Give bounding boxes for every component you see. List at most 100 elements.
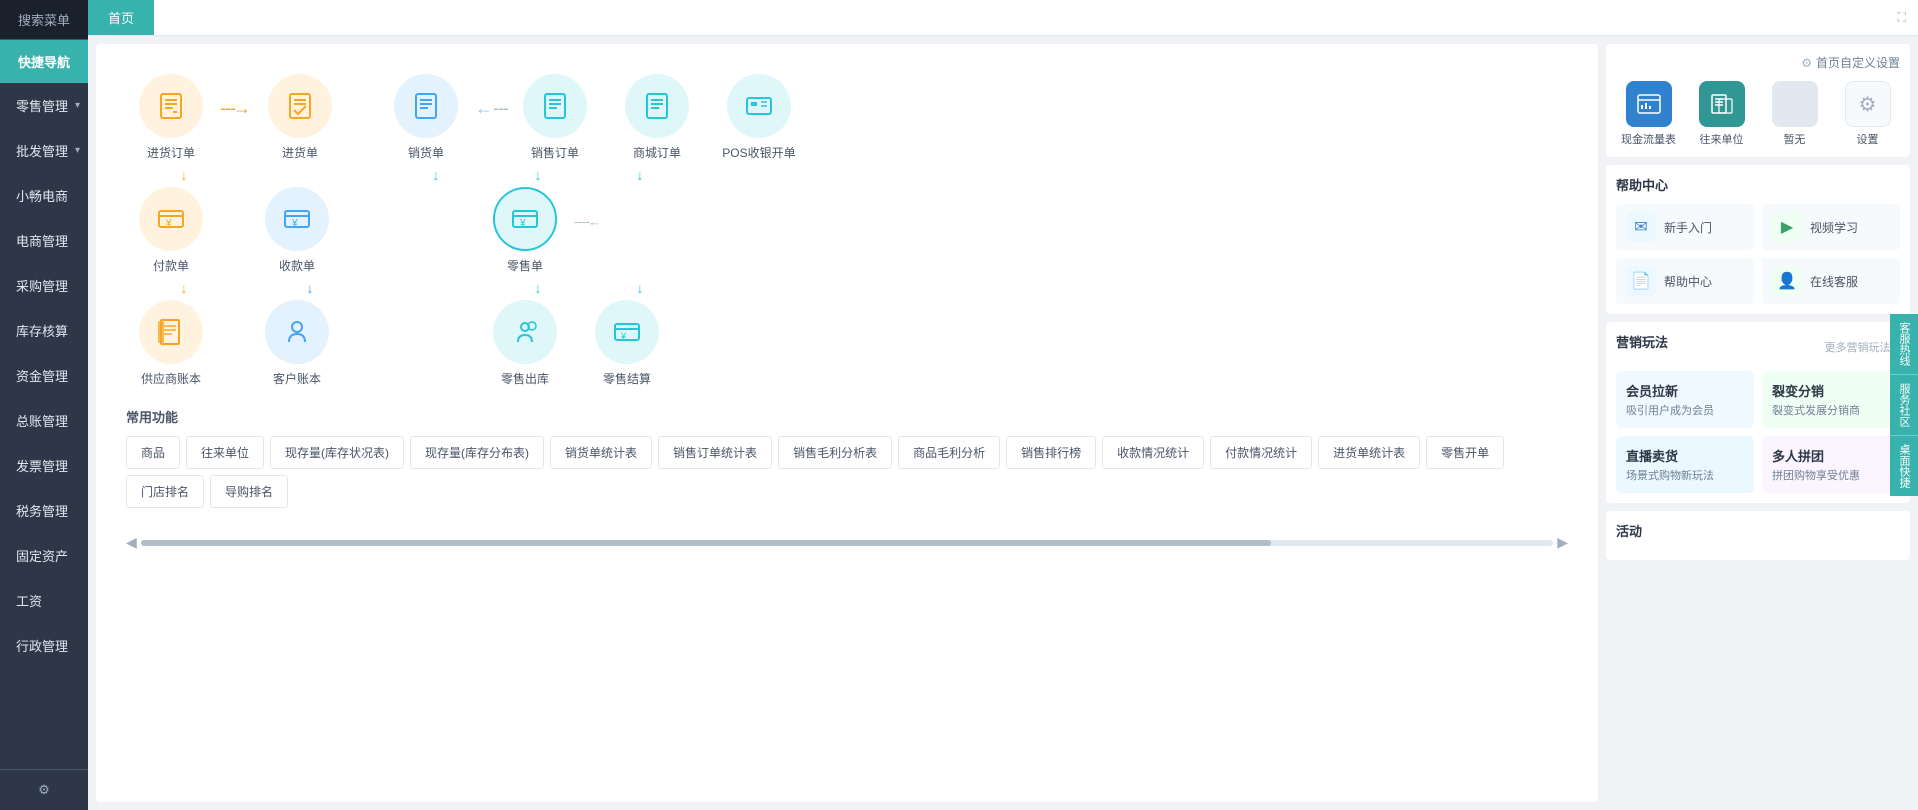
flow-node-purchase-order[interactable]: 进货订单 [126, 74, 216, 161]
func-btn-payment-stat[interactable]: 付款情况统计 [1210, 436, 1312, 469]
partner-icon [1699, 81, 1745, 127]
flow-node-mall-order[interactable]: 商城订单 [612, 74, 702, 161]
func-btn-goods-profit[interactable]: 商品毛利分析 [898, 436, 1000, 469]
float-btn-shortcut[interactable]: 桌面快捷 [1890, 436, 1918, 496]
flow-node-supplier-book[interactable]: 供应商账本 [126, 300, 216, 387]
help-item-service[interactable]: 👤 在线客服 [1762, 258, 1900, 304]
sidebar-item-purchase[interactable]: 采购管理 [0, 263, 88, 308]
sidebar-item-retail[interactable]: 零售管理 ▾ [0, 83, 88, 128]
flow-node-retail-settlement[interactable]: ¥ 零售结算 [582, 300, 672, 387]
settings-icon: ⚙ [1801, 56, 1812, 70]
down-arrow-5: ↓ [139, 280, 229, 296]
sidebar-item-fixed-assets[interactable]: 固定资产 [0, 533, 88, 578]
svg-text:¥: ¥ [620, 331, 627, 341]
help-label: 帮助中心 [1664, 273, 1712, 290]
func-btn-sales-stat[interactable]: 销货单统计表 [550, 436, 652, 469]
left-panel: 进货订单 - - - → 进货单 [96, 44, 1598, 802]
help-item-beginner[interactable]: ✉ 新手入门 [1616, 204, 1754, 250]
quick-item-cashflow[interactable]: 现金流量表 [1616, 81, 1681, 147]
flow-node-receipt[interactable]: ¥ 收款单 [252, 187, 342, 274]
func-btn-sales-order-stat[interactable]: 销售订单统计表 [658, 436, 772, 469]
float-btn-community[interactable]: 服务社区 [1890, 375, 1918, 436]
func-btn-store-rank[interactable]: 门店排名 [126, 475, 204, 508]
sidebar-item-admin[interactable]: 行政管理 [0, 623, 88, 668]
down-arrow-1: ↓ [139, 167, 229, 183]
empty-icon [1772, 81, 1818, 127]
common-functions-title: 常用功能 [126, 407, 1568, 426]
group-title: 多人拼团 [1772, 446, 1890, 465]
marketing-item-live[interactable]: 直播卖货 场景式购物新玩法 [1616, 436, 1754, 493]
tab-home[interactable]: 首页 [88, 0, 154, 35]
scroll-track[interactable] [141, 540, 1553, 546]
flow-node-retail-outbound[interactable]: 零售出库 [480, 300, 570, 387]
flow-node-customer-book[interactable]: 客户账本 [252, 300, 342, 387]
fullscreen-button[interactable]: ⛶ [1898, 10, 1918, 25]
flow-node-sales-order[interactable]: 销售订单 [510, 74, 600, 161]
help-center-title: 帮助中心 [1616, 175, 1900, 194]
float-buttons: 客服热线 服务社区 桌面快捷 [1890, 314, 1918, 496]
main-area: 首页 ⛶ 进货订单 - - - [88, 0, 1918, 810]
tab-bar: 首页 ⛶ [88, 0, 1918, 36]
float-btn-service[interactable]: 客服热线 [1890, 314, 1918, 375]
func-btn-receipt-stat[interactable]: 收款情况统计 [1102, 436, 1204, 469]
arrow-dashed-pos: - - - - ← [570, 214, 605, 229]
help-center: 帮助中心 ✉ 新手入门 ▶ 视频学习 📄 帮助中心 👤 [1606, 165, 1910, 314]
help-item-video[interactable]: ▶ 视频学习 [1762, 204, 1900, 250]
svg-text:¥: ¥ [291, 218, 298, 229]
arrow-left-1: ← - - - [471, 98, 510, 119]
down-arrow-2: ↓ [391, 167, 481, 183]
func-btn-sales-rank[interactable]: 销售排行榜 [1006, 436, 1096, 469]
more-marketing-link[interactable]: 更多营销玩法 > [1825, 339, 1900, 355]
func-btn-sales-profit[interactable]: 销售毛利分析表 [778, 436, 892, 469]
sidebar-search[interactable]: 搜索菜单 [0, 0, 88, 40]
flow-node-sales[interactable]: 销货单 [381, 74, 471, 161]
func-btn-partners[interactable]: 往来单位 [186, 436, 264, 469]
sidebar-item-invoice[interactable]: 发票管理 [0, 443, 88, 488]
help-icon: 📄 [1626, 266, 1656, 296]
flow-node-retail[interactable]: ¥ 零售单 [480, 187, 570, 274]
func-btn-goods[interactable]: 商品 [126, 436, 180, 469]
sidebar-item-wholesale[interactable]: 批发管理 ▾ [0, 128, 88, 173]
sidebar-item-ecommerce[interactable]: 电商管理 [0, 218, 88, 263]
func-btn-guide-rank[interactable]: 导购排名 [210, 475, 288, 508]
flow-node-purchase[interactable]: 进货单 [255, 74, 345, 161]
sidebar-nav-active[interactable]: 快捷导航 [0, 40, 88, 83]
service-label: 在线客服 [1810, 273, 1858, 290]
scroll-right-arrow[interactable]: ▶ [1557, 534, 1568, 551]
flow-node-payment[interactable]: ¥ 付款单 [126, 187, 216, 274]
chevron-icon: ▾ [75, 145, 80, 156]
quick-access-settings-label[interactable]: 首页自定义设置 [1816, 54, 1900, 71]
flow-node-pos[interactable]: POS收银开单 [714, 74, 804, 161]
cashflow-label: 现金流量表 [1621, 131, 1676, 147]
func-btn-stock-status[interactable]: 现存量(库存状况表) [270, 436, 404, 469]
marketing-item-group[interactable]: 多人拼团 拼团购物享受优惠 [1762, 436, 1900, 493]
flow-diagram: 进货订单 - - - → 进货单 [106, 54, 1588, 407]
settings-icon-box: ⚙ [1845, 81, 1891, 127]
func-btn-retail-order[interactable]: 零售开单 [1426, 436, 1504, 469]
partner-label: 往来单位 [1700, 131, 1744, 147]
empty-label: 暂无 [1784, 131, 1806, 147]
svg-text:¥: ¥ [519, 218, 526, 229]
sidebar-item-finance[interactable]: 资金管理 [0, 353, 88, 398]
help-item-help[interactable]: 📄 帮助中心 [1616, 258, 1754, 304]
sidebar-item-ledger[interactable]: 总账管理 [0, 398, 88, 443]
quick-item-settings[interactable]: ⚙ 设置 [1835, 81, 1900, 147]
live-title: 直播卖货 [1626, 446, 1744, 465]
marketing-item-fission[interactable]: 裂变分销 裂变式发展分销商 [1762, 371, 1900, 428]
func-btn-stock-dist[interactable]: 现存量(库存分布表) [410, 436, 544, 469]
sidebar-item-tax[interactable]: 税务管理 [0, 488, 88, 533]
sidebar-item-ecommerce-small[interactable]: 小畅电商 [0, 173, 88, 218]
down-arrow-7: ↓ [493, 280, 583, 296]
sidebar-item-salary[interactable]: 工资 [0, 578, 88, 623]
member-desc: 吸引用户成为会员 [1626, 402, 1744, 418]
marketing: 营销玩法 更多营销玩法 > 会员拉新 吸引用户成为会员 裂变分销 裂变式发展分销… [1606, 322, 1910, 503]
scroll-left-arrow[interactable]: ◀ [126, 534, 137, 551]
common-functions: 常用功能 商品 往来单位 现存量(库存状况表) 现存量(库存分布表) 销货单统计… [106, 407, 1588, 528]
svg-text:¥: ¥ [165, 218, 172, 229]
right-panel: ⚙ 首页自定义设置 现金流量表 往来单位 [1598, 36, 1918, 810]
marketing-item-member[interactable]: 会员拉新 吸引用户成为会员 [1616, 371, 1754, 428]
sidebar-settings[interactable]: ⚙ [0, 769, 88, 810]
func-btn-purchase-stat[interactable]: 进货单统计表 [1318, 436, 1420, 469]
quick-item-partner[interactable]: 往来单位 [1689, 81, 1754, 147]
sidebar-item-inventory[interactable]: 库存核算 [0, 308, 88, 353]
